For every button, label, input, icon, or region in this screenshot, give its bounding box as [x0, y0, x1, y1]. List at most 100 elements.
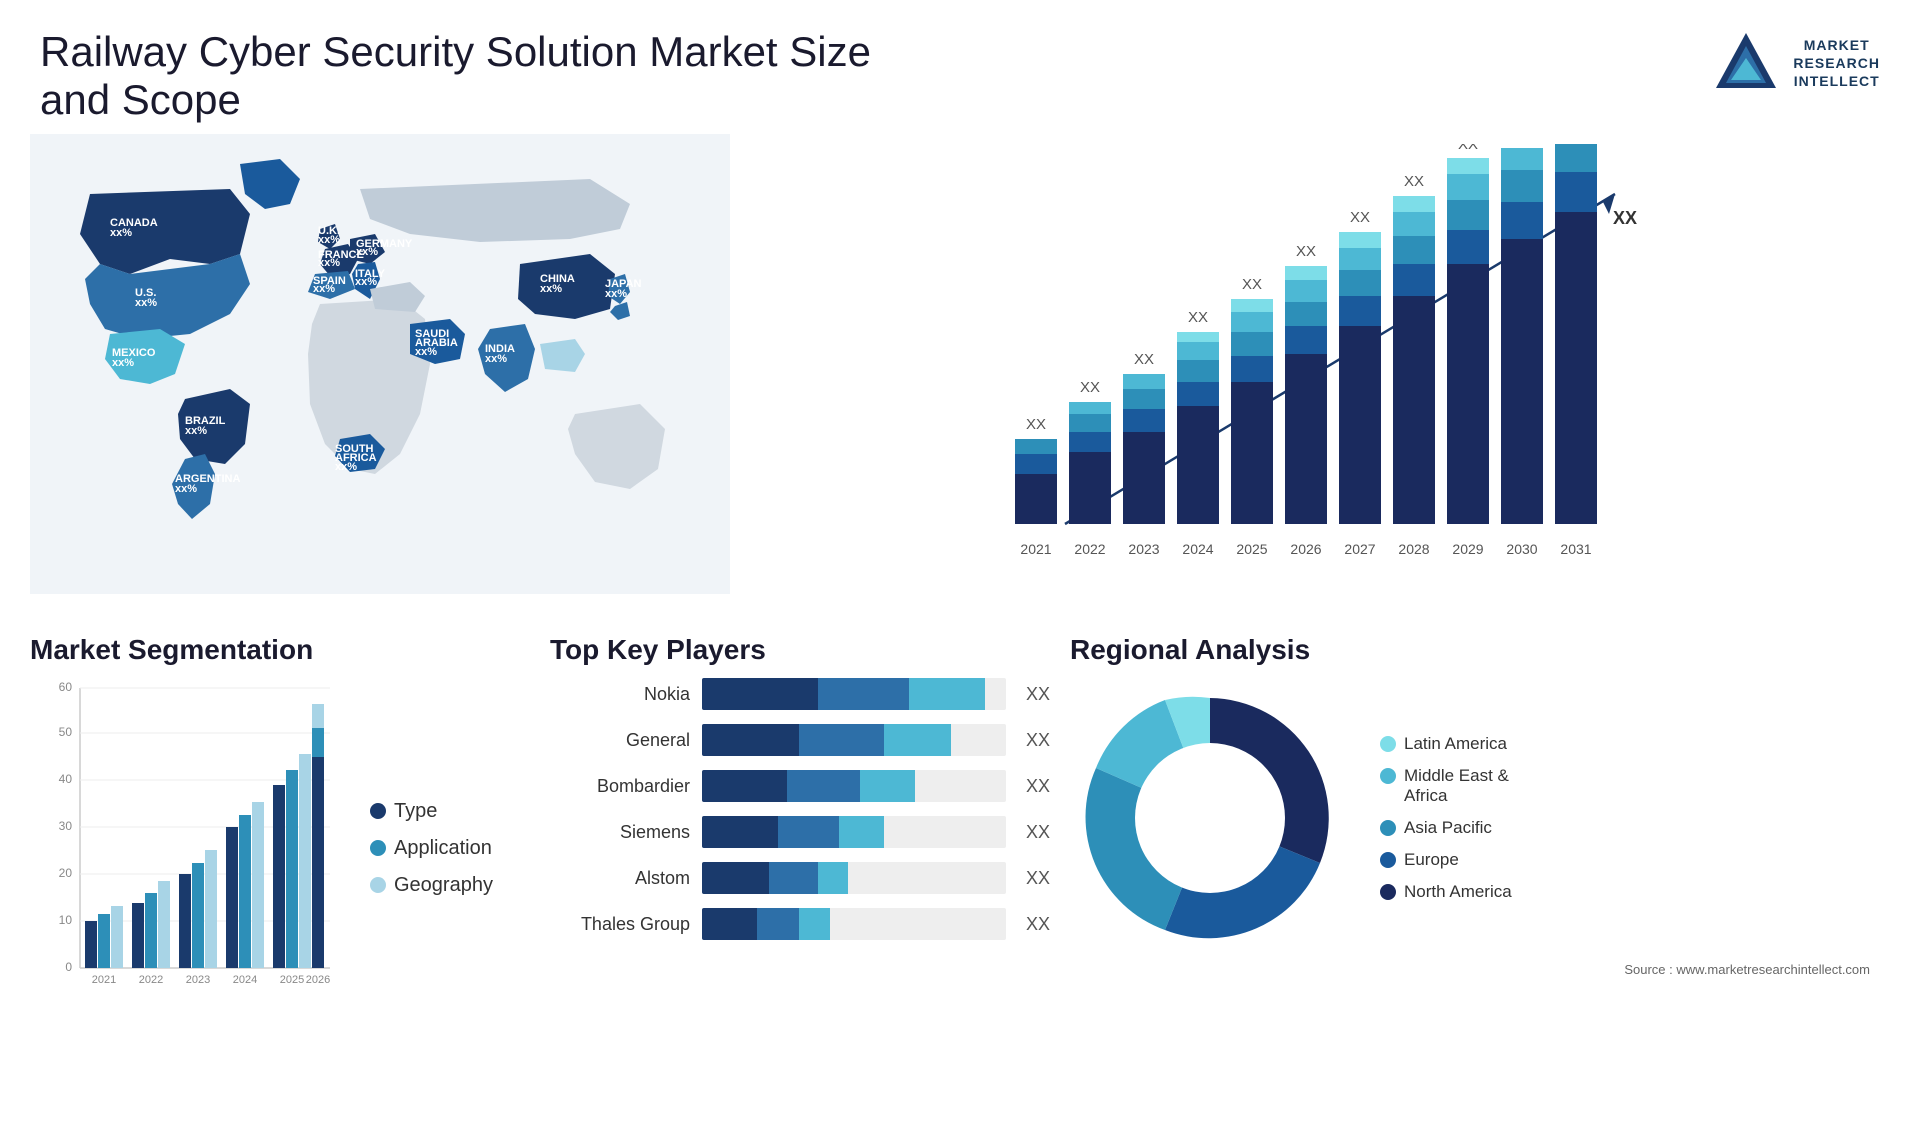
donut-chart-svg: [1070, 678, 1350, 958]
svg-text:20: 20: [59, 866, 73, 880]
svg-text:2021: 2021: [1020, 541, 1051, 557]
svg-text:xx%: xx%: [485, 353, 507, 365]
player-bar-thales: [702, 908, 1006, 940]
regional-container: Regional Analysis Latin Amer: [1070, 634, 1890, 1104]
svg-text:10: 10: [59, 913, 73, 927]
player-bar-general: [702, 724, 1006, 756]
player-xx-thales: XX: [1026, 914, 1050, 935]
segmentation-title: Market Segmentation: [30, 634, 530, 666]
svg-text:50: 50: [59, 725, 73, 739]
regional-dot-na: [1380, 884, 1396, 900]
regional-label-apac: Asia Pacific: [1404, 818, 1492, 838]
regional-legend-europe: Europe: [1380, 850, 1512, 870]
players-container: Top Key Players Nokia XX General XX: [550, 634, 1050, 1104]
player-name-alstom: Alstom: [550, 868, 690, 889]
legend-item-type: Type: [370, 800, 493, 823]
regional-label-europe: Europe: [1404, 850, 1459, 870]
svg-text:xx%: xx%: [415, 346, 437, 358]
regional-legend: Latin America Middle East &Africa Asia P…: [1380, 734, 1512, 902]
svg-text:2030: 2030: [1506, 541, 1537, 557]
player-xx-alstom: XX: [1026, 868, 1050, 889]
svg-text:30: 30: [59, 819, 73, 833]
svg-text:2024: 2024: [1182, 541, 1213, 557]
regional-dot-apac: [1380, 820, 1396, 836]
svg-text:2028: 2028: [1398, 541, 1429, 557]
legend-item-geography: Geography: [370, 874, 493, 897]
player-xx-bombardier: XX: [1026, 776, 1050, 797]
regional-label-latin: Latin America: [1404, 734, 1507, 754]
svg-text:2023: 2023: [1128, 541, 1159, 557]
legend-label-type: Type: [394, 800, 437, 823]
svg-text:2024: 2024: [233, 974, 257, 986]
player-row-general: General XX: [550, 724, 1050, 756]
legend-dot-application: [370, 840, 386, 856]
svg-text:2023: 2023: [186, 974, 210, 986]
svg-text:2026: 2026: [306, 974, 330, 986]
svg-text:xx%: xx%: [110, 227, 132, 239]
regional-label-mea: Middle East &Africa: [1404, 766, 1509, 806]
player-xx-general: XX: [1026, 730, 1050, 751]
svg-text:XX: XX: [1188, 309, 1208, 326]
svg-text:xx%: xx%: [355, 276, 377, 288]
world-map-svg: CANADA xx% U.S. xx% MEXICO xx% BRAZIL xx…: [30, 134, 730, 594]
logo-container: MARKET RESEARCH INTELLECT: [1711, 28, 1880, 98]
player-xx-siemens: XX: [1026, 822, 1050, 843]
svg-text:2027: 2027: [1344, 541, 1375, 557]
svg-text:xx%: xx%: [318, 257, 340, 269]
svg-text:xx%: xx%: [540, 283, 562, 295]
svg-text:0: 0: [65, 960, 72, 974]
regional-chart-area: Latin America Middle East &Africa Asia P…: [1070, 678, 1890, 958]
svg-text:40: 40: [59, 772, 73, 786]
svg-text:2025: 2025: [280, 974, 304, 986]
svg-text:xx%: xx%: [112, 357, 134, 369]
player-row-siemens: Siemens XX: [550, 816, 1050, 848]
svg-text:xx%: xx%: [605, 288, 627, 300]
svg-text:xx%: xx%: [185, 425, 207, 437]
logo-icon: [1711, 28, 1781, 98]
svg-text:xx%: xx%: [356, 246, 378, 258]
svg-text:2022: 2022: [139, 974, 163, 986]
legend-label-geography: Geography: [394, 874, 493, 897]
svg-text:2022: 2022: [1074, 541, 1105, 557]
header: Railway Cyber Security Solution Market S…: [0, 0, 1920, 134]
player-row-bombardier: Bombardier XX: [550, 770, 1050, 802]
svg-text:XX: XX: [1613, 208, 1637, 228]
svg-text:2021: 2021: [92, 974, 116, 986]
logo-text: MARKET RESEARCH INTELLECT: [1793, 36, 1880, 91]
legend-label-application: Application: [394, 837, 492, 860]
svg-text:XX: XX: [1350, 209, 1370, 226]
seg-legend: Type Application Geography: [370, 678, 493, 1018]
svg-text:2025: 2025: [1236, 541, 1267, 557]
bar-chart-svg: XX 2021 XX 2022 XX 2023 XX 2024: [750, 144, 1870, 584]
regional-legend-mea: Middle East &Africa: [1380, 766, 1512, 806]
svg-text:XX: XX: [1242, 276, 1262, 293]
svg-text:xx%: xx%: [313, 283, 335, 295]
player-row-nokia: Nokia XX: [550, 678, 1050, 710]
svg-text:2029: 2029: [1452, 541, 1483, 557]
top-section: CANADA xx% U.S. xx% MEXICO xx% BRAZIL xx…: [0, 134, 1920, 624]
legend-item-application: Application: [370, 837, 493, 860]
regional-legend-na: North America: [1380, 882, 1512, 902]
svg-text:xx%: xx%: [318, 234, 340, 246]
player-row-alstom: Alstom XX: [550, 862, 1050, 894]
svg-text:xx%: xx%: [135, 297, 157, 309]
svg-text:XX: XX: [1458, 144, 1478, 153]
svg-text:xx%: xx%: [175, 483, 197, 495]
legend-dot-geography: [370, 877, 386, 893]
players-title: Top Key Players: [550, 634, 1050, 666]
player-bar-nokia: [702, 678, 1006, 710]
player-name-siemens: Siemens: [550, 822, 690, 843]
regional-dot-europe: [1380, 852, 1396, 868]
regional-legend-latin: Latin America: [1380, 734, 1512, 754]
svg-text:XX: XX: [1134, 351, 1154, 368]
legend-dot-type: [370, 803, 386, 819]
player-bar-alstom: [702, 862, 1006, 894]
svg-text:XX: XX: [1026, 416, 1046, 433]
player-bar-bombardier: [702, 770, 1006, 802]
regional-title: Regional Analysis: [1070, 634, 1890, 666]
svg-text:60: 60: [59, 680, 73, 694]
player-row-thales: Thales Group XX: [550, 908, 1050, 940]
seg-chart-area: 0 10 20 30 40 50 60 2021: [30, 678, 530, 1018]
player-name-bombardier: Bombardier: [550, 776, 690, 797]
regional-dot-latin: [1380, 736, 1396, 752]
